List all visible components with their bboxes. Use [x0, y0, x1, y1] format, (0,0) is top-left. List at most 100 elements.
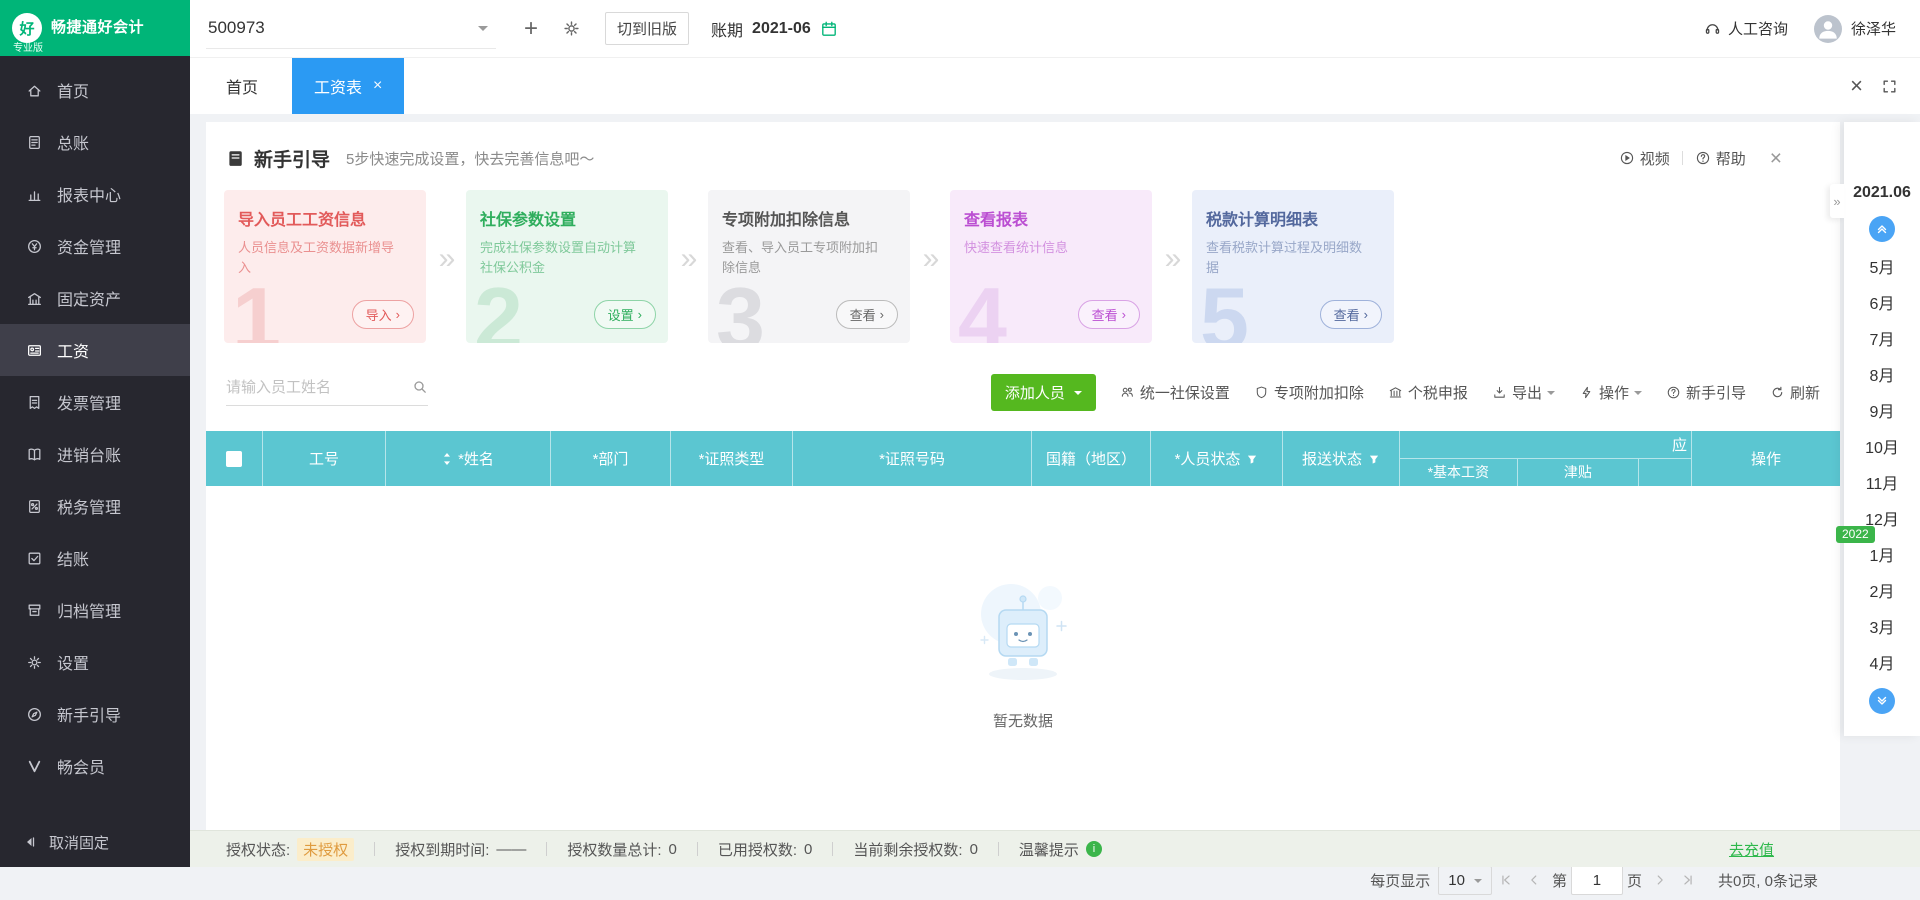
settings-gear-button[interactable] [562, 19, 581, 38]
unpin-sidebar-button[interactable]: 取消固定 [0, 817, 190, 867]
unified-social-security-link[interactable]: 统一社保设置 [1120, 382, 1230, 403]
step-action-button[interactable]: 查看 › [835, 300, 898, 329]
close-panel-icon[interactable]: × [1850, 75, 1863, 97]
collapse-panel-notch[interactable]: » [1830, 184, 1844, 218]
export-dropdown[interactable]: 导出 [1492, 382, 1555, 403]
tab-salary-sheet[interactable]: 工资表 × [292, 58, 405, 114]
recharge-link[interactable]: 去充值 [1729, 839, 1774, 860]
add-person-button[interactable]: 添加人员 [990, 373, 1096, 411]
table-toolbar: 添加人员 统一社保设置 专项附加扣除 个税申报 导出 [206, 371, 1840, 413]
tax-filing-link[interactable]: 个税申报 [1388, 382, 1468, 403]
add-account-button[interactable]: + [524, 16, 538, 41]
per-page-select[interactable]: 10 [1438, 865, 1492, 895]
period-value[interactable]: 2021-06 [752, 20, 811, 38]
sidebar-item-settings[interactable]: 设置 [0, 636, 190, 688]
month-item[interactable]: 8月 [1844, 356, 1920, 392]
auth-expire: 授权到期时间: —— [395, 840, 527, 859]
caret-down-icon [1633, 390, 1642, 399]
video-label: 视频 [1639, 150, 1670, 168]
video-link[interactable]: 视频 [1619, 148, 1670, 169]
page-number-input[interactable] [1570, 865, 1623, 895]
sidebar-item-trade-ledger[interactable]: 进销台账 [0, 428, 190, 480]
manual-consult-button[interactable]: 人工咨询 [1704, 18, 1788, 39]
divider [546, 842, 548, 856]
caret-down-icon [1473, 878, 1482, 887]
per-page-label: 每页显示 [1370, 872, 1431, 890]
brand-edition: 专业版 [13, 43, 43, 54]
tab-home[interactable]: 首页 [204, 58, 280, 114]
employee-search-input[interactable] [226, 378, 396, 396]
sidebar-item-general-ledger[interactable]: 总账 [0, 116, 190, 168]
sidebar-item-label: 税务管理 [57, 500, 122, 517]
step-number: 2 [474, 269, 523, 344]
info-icon[interactable]: i [1085, 841, 1102, 857]
guide-title: 新手引导 [254, 149, 331, 171]
filter-funnel-icon[interactable] [1368, 453, 1380, 465]
filter-funnel-icon[interactable] [1246, 453, 1258, 465]
double-chevron-icon: » [1164, 242, 1182, 275]
month-item[interactable]: 6月 [1844, 284, 1920, 320]
actions-dropdown[interactable]: 操作 [1579, 382, 1642, 403]
scroll-months-down-button[interactable] [1869, 688, 1895, 714]
step-action-button[interactable]: 导入 › [351, 300, 414, 329]
divider [997, 842, 999, 856]
refresh-link[interactable]: 刷新 [1770, 382, 1820, 403]
search-icon[interactable] [412, 379, 428, 395]
next-page-button[interactable] [1653, 873, 1667, 887]
month-item[interactable]: 9月 [1844, 392, 1920, 428]
sidebar-item-funds[interactable]: 资金管理 [0, 220, 190, 272]
beginner-guide-link[interactable]: 新手引导 [1666, 382, 1746, 403]
tab-close-icon[interactable]: × [373, 77, 382, 95]
username[interactable]: 徐泽华 [1851, 18, 1896, 39]
month-item[interactable]: 11月 [1844, 464, 1920, 500]
sidebar-item-archive[interactable]: 归档管理 [0, 584, 190, 636]
sidebar-item-label: 结账 [57, 552, 90, 569]
calendar-icon[interactable] [820, 20, 838, 38]
sidebar-item-report-center[interactable]: 报表中心 [0, 168, 190, 220]
scroll-months-up-button[interactable] [1869, 216, 1895, 242]
sidebar-item-beginner-guide[interactable]: 新手引导 [0, 688, 190, 740]
account-select[interactable]: 500973 [206, 9, 496, 49]
tabbar-right-controls: × [1850, 58, 1920, 114]
sidebar-item-member[interactable]: 畅会员 [0, 740, 190, 792]
select-all-checkbox[interactable] [226, 450, 242, 467]
month-item[interactable]: 5月 [1844, 248, 1920, 284]
month-item[interactable]: 2月 [1844, 572, 1920, 608]
month-item[interactable]: 7月 [1844, 320, 1920, 356]
sidebar-item-label: 首页 [57, 84, 90, 101]
month-item[interactable]: 3月 [1844, 608, 1920, 644]
first-page-button[interactable] [1499, 873, 1513, 887]
switch-old-version-button[interactable]: 切到旧版 [605, 12, 690, 45]
fullscreen-icon[interactable] [1881, 78, 1898, 95]
month-item[interactable]: 10月 [1844, 428, 1920, 464]
sidebar-item-home[interactable]: 首页 [0, 64, 190, 116]
sidebar-item-closing[interactable]: 结账 [0, 532, 190, 584]
help-link[interactable]: 帮助 [1695, 148, 1746, 169]
sort-icon[interactable] [442, 452, 452, 466]
chevron-right-icon: › [1121, 307, 1126, 322]
col-sub-empty [1639, 459, 1691, 487]
avatar[interactable] [1813, 14, 1842, 43]
chevron-right-icon: › [1363, 307, 1368, 322]
step-action-button[interactable]: 查看 › [1077, 300, 1140, 329]
col-actions: 操作 [1750, 451, 1781, 468]
step-action-button[interactable]: 设置 › [593, 300, 656, 329]
prev-page-button[interactable] [1527, 873, 1541, 887]
sidebar-item-invoice[interactable]: 发票管理 [0, 376, 190, 428]
sidebar-item-fixed-assets[interactable]: 固定资产 [0, 272, 190, 324]
step-action-button[interactable]: 查看 › [1319, 300, 1382, 329]
step-number: 4 [958, 269, 1007, 344]
step-title: 查看报表 [964, 212, 1029, 229]
month-item[interactable]: 4月 [1844, 644, 1920, 680]
sidebar-item-tax[interactable]: 税务管理 [0, 480, 190, 532]
sidebar-item-label: 设置 [57, 656, 90, 673]
guide-close-icon[interactable]: × [1770, 148, 1782, 169]
special-deduction-link[interactable]: 专项附加扣除 [1254, 382, 1364, 403]
last-page-button[interactable] [1681, 873, 1695, 887]
sidebar-item-salary[interactable]: 工资 [0, 324, 190, 376]
funds-icon [26, 238, 43, 255]
download-icon [1494, 386, 1505, 398]
chevron-right-icon: › [637, 307, 642, 322]
step-title: 专项附加扣除信息 [722, 212, 851, 229]
guide-icon [26, 706, 43, 723]
